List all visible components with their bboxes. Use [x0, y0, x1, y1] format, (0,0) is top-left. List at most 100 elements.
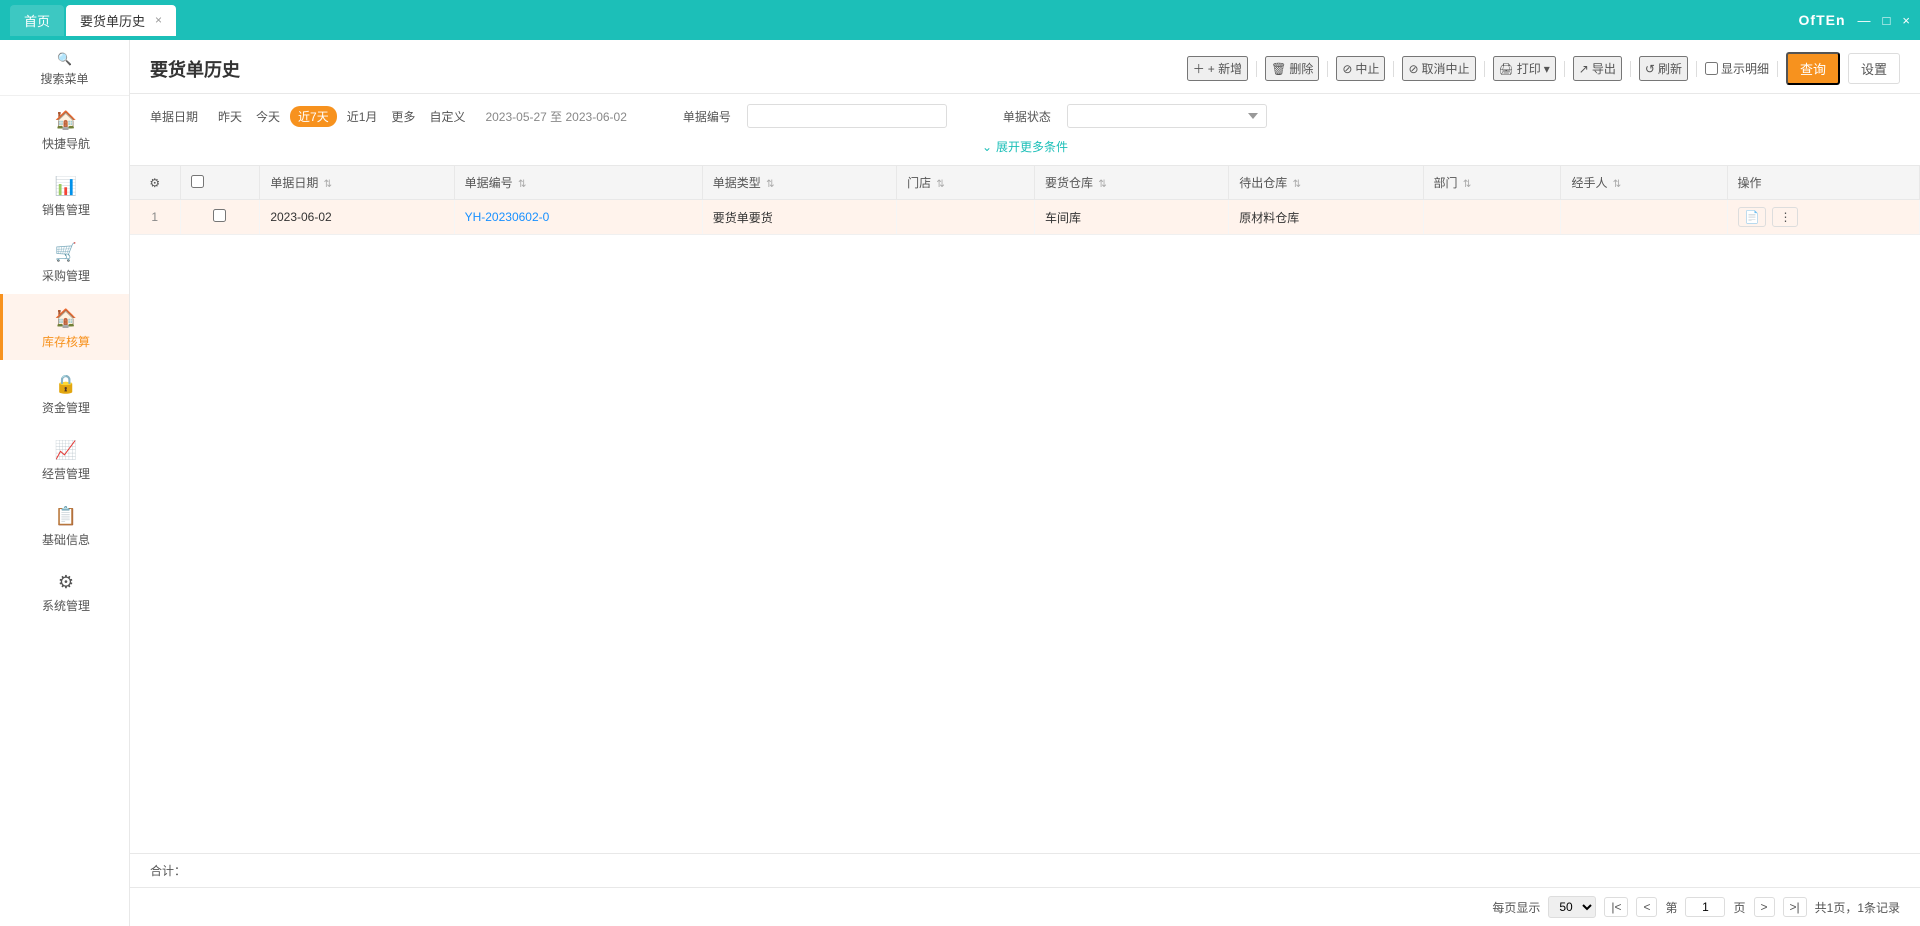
export-button[interactable]: ↗ 导出 [1573, 56, 1622, 81]
sidebar-item-finance[interactable]: 🔒 资金管理 [0, 360, 129, 426]
expand-more-btn[interactable]: ⌄ 展开更多条件 [150, 134, 1900, 159]
th-order-no[interactable]: 单据编号 ⇅ [454, 166, 702, 200]
page-unit: 页 [1733, 899, 1745, 916]
divider [1630, 61, 1631, 77]
sidebar-search-label: 搜索菜单 [40, 70, 88, 87]
row-view-button[interactable]: 📄 [1738, 207, 1767, 227]
stop-button[interactable]: ⊘ 中止 [1336, 56, 1385, 81]
next-page-button[interactable]: > [1754, 897, 1775, 917]
date-filter-buttons: 昨天 今天 近7天 近1月 更多 自定义 [214, 106, 469, 127]
date-btn-today[interactable]: 今天 [252, 106, 284, 127]
prev-page-button[interactable]: < [1636, 897, 1657, 917]
page-title: 要货单历史 [150, 56, 240, 82]
tab-order-history[interactable]: 要货单历史 × [66, 5, 176, 36]
query-button[interactable]: 查询 [1786, 52, 1840, 85]
delete-icon: 🗑 [1271, 62, 1286, 76]
page-number-input[interactable] [1685, 897, 1725, 917]
window-maximize-icon[interactable]: □ [1883, 13, 1891, 28]
row-more-button[interactable]: ⋮ [1772, 207, 1798, 227]
sidebar-item-sales[interactable]: 📊 销售管理 [0, 162, 129, 228]
table-header-row: ⚙ 单据日期 ⇅ 单据编号 ⇅ [130, 166, 1920, 200]
data-table: ⚙ 单据日期 ⇅ 单据编号 ⇅ [130, 166, 1920, 235]
page-size-select[interactable]: 50 [1548, 896, 1596, 918]
export-icon: ↗ [1579, 62, 1589, 76]
window-close-icon[interactable]: × [1902, 13, 1910, 28]
purchase-icon: 🛒 [55, 242, 77, 263]
th-checkbox[interactable] [180, 166, 260, 200]
th-dept[interactable]: 部门 ⇅ [1423, 166, 1561, 200]
divider [1564, 61, 1565, 77]
tab-home[interactable]: 首页 [10, 5, 64, 36]
expand-icon: ⌄ [982, 140, 992, 154]
page-actions: ＋ + 新增 🗑 删除 ⊘ 中止 ⊘ 取消中止 [1187, 52, 1900, 85]
order-history-tab-label: 要货单历史 [80, 11, 145, 30]
th-settings[interactable]: ⚙ [130, 166, 180, 200]
cancel-stop-button[interactable]: ⊘ 取消中止 [1402, 56, 1475, 81]
tab-bar: 首页 要货单历史 × [10, 5, 1799, 36]
content-area: 要货单历史 ＋ + 新增 🗑 删除 ⊘ 中止 ⊘ [130, 40, 1920, 926]
tab-close-icon[interactable]: × [155, 13, 162, 27]
th-type[interactable]: 单据类型 ⇅ [702, 166, 896, 200]
divider [1696, 61, 1697, 77]
quick-nav-icon: 🏠 [55, 110, 77, 131]
date-btn-custom[interactable]: 自定义 [425, 106, 469, 127]
window-minimize-icon[interactable]: — [1858, 13, 1871, 28]
add-button[interactable]: ＋ + 新增 [1187, 56, 1248, 81]
row-action-buttons: 📄 ⋮ [1738, 207, 1909, 227]
top-bar: 首页 要货单历史 × OfTEn — □ × [0, 0, 1920, 40]
status-select[interactable] [1067, 104, 1267, 128]
last-page-button[interactable]: >| [1783, 897, 1807, 917]
row-req-warehouse: 车间库 [1034, 200, 1228, 235]
th-wait-warehouse[interactable]: 待出仓库 ⇅ [1229, 166, 1423, 200]
sidebar-item-label: 快捷导航 [42, 135, 90, 152]
row-store [897, 200, 1035, 235]
print-button[interactable]: 🖨 打印 ▾ [1493, 56, 1556, 81]
date-range-display: 2023-05-27 至 2023-06-02 [485, 108, 626, 125]
th-handler[interactable]: 经手人 ⇅ [1561, 166, 1727, 200]
filter-row-1: 单据日期 昨天 今天 近7天 近1月 更多 自定义 2023-05-27 至 2… [150, 104, 1900, 128]
order-no-input[interactable] [747, 104, 947, 128]
sort-icon: ⇅ [1613, 179, 1621, 190]
sort-icon: ⇅ [324, 179, 332, 190]
th-req-warehouse[interactable]: 要货仓库 ⇅ [1034, 166, 1228, 200]
sidebar-item-label: 采购管理 [42, 267, 90, 284]
show-detail-toggle[interactable]: 显示明细 [1705, 60, 1769, 77]
search-icon: 🔍 [57, 52, 72, 66]
date-btn-7days[interactable]: 近7天 [290, 106, 337, 127]
refresh-button[interactable]: ↺ 刷新 [1639, 56, 1688, 81]
sort-icon: ⇅ [766, 179, 774, 190]
settings-col-icon: ⚙ [140, 176, 170, 190]
sort-icon: ⇅ [1293, 179, 1301, 190]
sort-icon: ⇅ [1098, 179, 1106, 190]
divider [1256, 61, 1257, 77]
delete-button[interactable]: 🗑 删除 [1265, 56, 1319, 81]
divider [1777, 61, 1778, 77]
finance-icon: 🔒 [55, 374, 77, 395]
sidebar-item-purchase[interactable]: 🛒 采购管理 [0, 228, 129, 294]
sidebar-item-quick-nav[interactable]: 🏠 快捷导航 [0, 96, 129, 162]
table-row: 1 2023-06-02 YH-20230602-0 要货单要货 车间库 原材料… [130, 200, 1920, 235]
sidebar-item-inventory[interactable]: 🏠 库存核算 [0, 294, 129, 360]
th-date[interactable]: 单据日期 ⇅ [260, 166, 454, 200]
sidebar-item-system[interactable]: ⚙ 系统管理 [0, 558, 129, 624]
row-actions-cell: 📄 ⋮ [1727, 200, 1919, 235]
settings-button[interactable]: 设置 [1848, 53, 1900, 84]
row-checkbox[interactable] [213, 209, 226, 222]
date-btn-more[interactable]: 更多 [387, 106, 419, 127]
filter-area: 单据日期 昨天 今天 近7天 近1月 更多 自定义 2023-05-27 至 2… [130, 94, 1920, 166]
sidebar-search[interactable]: 🔍 搜索菜单 [0, 40, 129, 96]
select-all-checkbox[interactable] [191, 175, 204, 188]
print-icon: 🖨 [1499, 62, 1514, 76]
date-btn-1month[interactable]: 近1月 [343, 106, 382, 127]
th-store[interactable]: 门店 ⇅ [897, 166, 1035, 200]
sidebar-item-operation[interactable]: 📈 经营管理 [0, 426, 129, 492]
main-layout: 🔍 搜索菜单 🏠 快捷导航 📊 销售管理 🛒 采购管理 🏠 库存核算 🔒 资金管… [0, 40, 1920, 926]
row-checkbox-cell[interactable] [180, 200, 260, 235]
first-page-button[interactable]: |< [1604, 897, 1628, 917]
operation-icon: 📈 [55, 440, 77, 461]
show-detail-checkbox[interactable] [1705, 62, 1718, 75]
date-btn-yesterday[interactable]: 昨天 [214, 106, 246, 127]
order-no-link[interactable]: YH-20230602-0 [465, 210, 550, 224]
sidebar-item-basic[interactable]: 📋 基础信息 [0, 492, 129, 558]
row-dept [1423, 200, 1561, 235]
